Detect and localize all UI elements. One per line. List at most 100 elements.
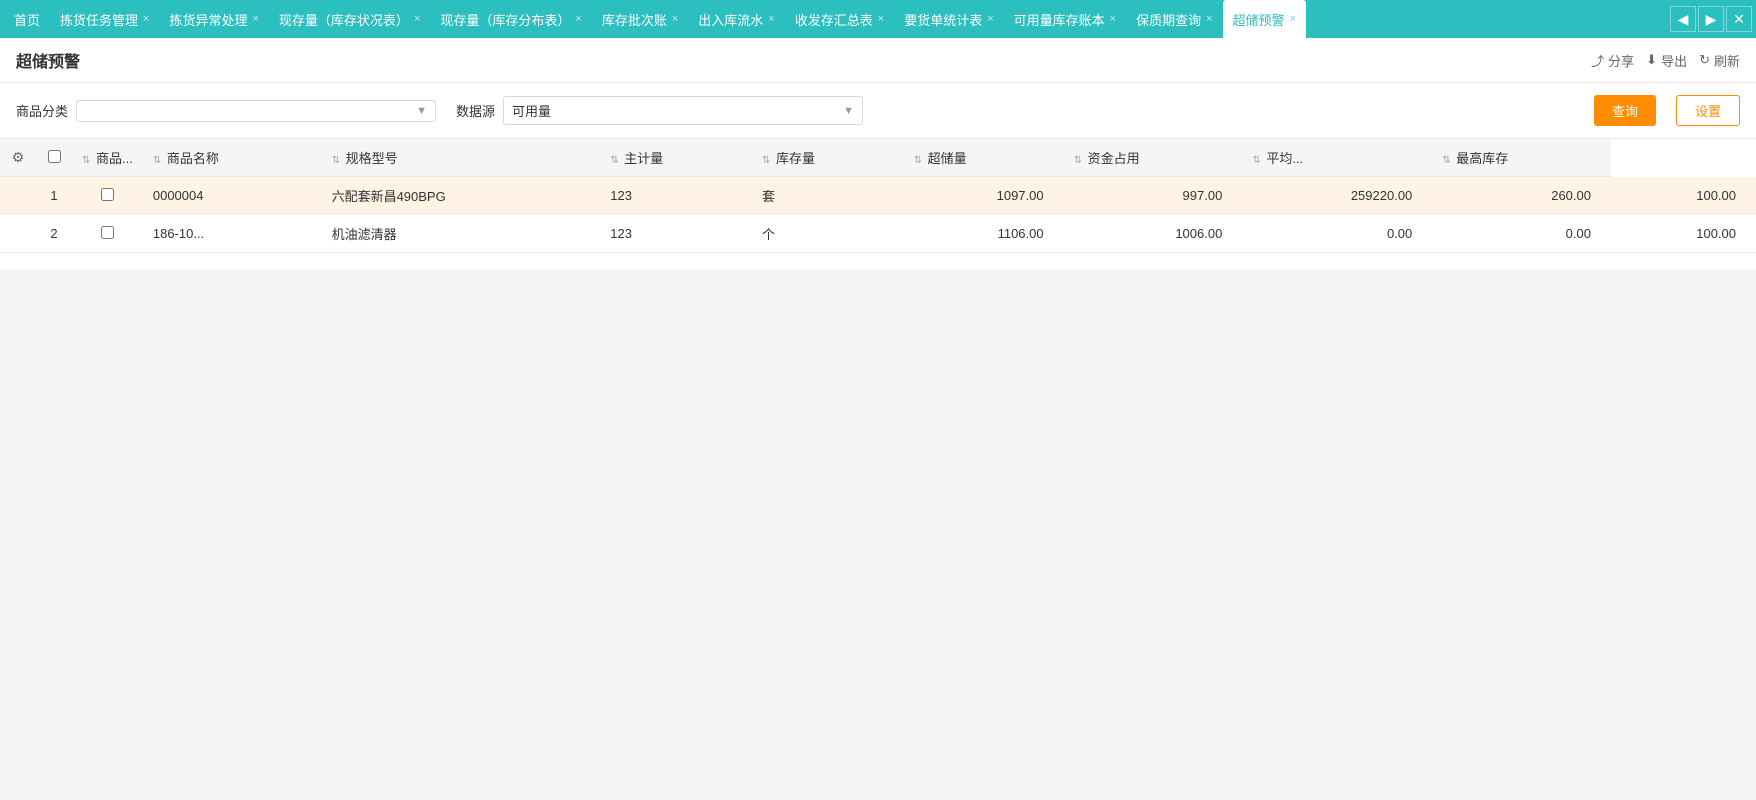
- col-product-code[interactable]: ⇅ 商品...: [72, 139, 143, 177]
- row-spec: 123: [600, 177, 752, 215]
- row-capital: 259220.00: [1242, 177, 1432, 215]
- row-checkbox[interactable]: [101, 226, 114, 239]
- row-capital: 0.00: [1242, 215, 1432, 253]
- row-settings-placeholder: [0, 177, 36, 215]
- row-checkbox-cell[interactable]: [72, 177, 143, 215]
- close-icon[interactable]: ×: [143, 13, 149, 25]
- col-checkbox: [36, 139, 72, 177]
- content-wrapper: 超储预警 ⤴ 分享 ⬇ 导出 ↻ 刷新 商品分类 ▼ 数据源: [0, 38, 1756, 269]
- row-number-cell: 2: [36, 215, 72, 253]
- table-row: 2 186-10... 机油滤清器 123 个 1106.00 1006.00 …: [0, 215, 1756, 253]
- table-row: 1 0000004 六配套新昌490BPG 123 套 1097.00 997.…: [0, 177, 1756, 215]
- query-button[interactable]: 查询: [1594, 95, 1656, 126]
- table-header-row: ⚙ ⇅ 商品... ⇅ 商品名称 ⇅ 规格型号: [0, 139, 1756, 177]
- tab-yaohuo[interactable]: 要货单统计表 ×: [894, 0, 1003, 38]
- home-link[interactable]: 首页: [4, 0, 50, 38]
- tab-keyongliang[interactable]: 可用量库存账本 ×: [1004, 0, 1126, 38]
- sort-icon: ⇅: [82, 155, 90, 166]
- chevron-down-icon: ▼: [416, 105, 427, 117]
- sort-icon: ⇅: [762, 155, 770, 166]
- row-stock: 1106.00: [904, 215, 1064, 253]
- settings-button[interactable]: 设置: [1676, 95, 1740, 126]
- close-icon[interactable]: ×: [987, 13, 993, 25]
- col-capital[interactable]: ⇅ 资金占用: [1064, 139, 1243, 177]
- row-product-name: 机油滤清器: [322, 215, 601, 253]
- data-table: ⚙ ⇅ 商品... ⇅ 商品名称 ⇅ 规格型号: [0, 139, 1756, 253]
- row-overstock: 1006.00: [1064, 215, 1243, 253]
- col-overstock[interactable]: ⇅ 超储量: [904, 139, 1064, 177]
- row-unit: 套: [752, 177, 904, 215]
- tab-shoufacun[interactable]: 收发存汇总表 ×: [785, 0, 894, 38]
- tab-baozhi[interactable]: 保质期查询 ×: [1126, 0, 1222, 38]
- col-avg[interactable]: ⇅ 平均...: [1242, 139, 1432, 177]
- nav-prev-arrow[interactable]: ◀: [1670, 6, 1696, 32]
- close-icon[interactable]: ×: [575, 13, 581, 25]
- refresh-icon: ↻: [1699, 52, 1710, 68]
- row-checkbox-cell[interactable]: [72, 215, 143, 253]
- sort-icon: ⇅: [1442, 155, 1450, 166]
- row-stock: 1097.00: [904, 177, 1064, 215]
- table-area: ⚙ ⇅ 商品... ⇅ 商品名称 ⇅ 规格型号: [0, 139, 1756, 269]
- export-icon: ⬇: [1646, 52, 1657, 68]
- close-icon[interactable]: ×: [768, 13, 774, 25]
- tab-jianhuorenwu[interactable]: 拣货任务管理 ×: [50, 0, 159, 38]
- row-product-code: 186-10...: [143, 215, 322, 253]
- tab-xiancunliang2[interactable]: 现存量（库存分布表） ×: [430, 0, 591, 38]
- sort-icon: ⇅: [610, 155, 618, 166]
- row-avg: 260.00: [1432, 177, 1611, 215]
- row-number-cell: 1: [36, 177, 72, 215]
- sort-icon: ⇅: [332, 155, 340, 166]
- col-max-stock[interactable]: ⇅ 最高库存: [1432, 139, 1611, 177]
- tab-churuliu[interactable]: 出入库流水 ×: [688, 0, 784, 38]
- refresh-button[interactable]: ↻ 刷新: [1699, 51, 1740, 70]
- datasource-select[interactable]: 可用量 ▼: [503, 96, 863, 125]
- tab-jianhuoyichang[interactable]: 拣货异常处理 ×: [159, 0, 268, 38]
- col-spec[interactable]: ⇅ 规格型号: [322, 139, 601, 177]
- share-button[interactable]: ⤴ 分享: [1591, 51, 1634, 70]
- col-stock[interactable]: ⇅ 库存量: [752, 139, 904, 177]
- row-avg: 0.00: [1432, 215, 1611, 253]
- col-product-name[interactable]: ⇅ 商品名称: [143, 139, 322, 177]
- close-icon[interactable]: ×: [878, 13, 884, 25]
- row-max-stock: 100.00: [1611, 215, 1756, 253]
- row-product-code: 0000004: [143, 177, 322, 215]
- row-overstock: 997.00: [1064, 177, 1243, 215]
- share-icon: ⤴: [1591, 51, 1604, 70]
- filter-area: 商品分类 ▼ 数据源 可用量 ▼ 查询 设置: [0, 83, 1756, 139]
- col-settings: ⚙: [0, 139, 36, 177]
- close-icon[interactable]: ×: [414, 13, 420, 25]
- row-unit: 个: [752, 215, 904, 253]
- sort-icon: ⇅: [153, 155, 161, 166]
- row-product-name: 六配套新昌490BPG: [322, 177, 601, 215]
- tab-xiancunliang1[interactable]: 现存量（库存状况表） ×: [269, 0, 430, 38]
- row-checkbox[interactable]: [101, 188, 114, 201]
- sort-icon: ⇅: [1252, 155, 1260, 166]
- header-actions: ⤴ 分享 ⬇ 导出 ↻ 刷新: [1591, 51, 1740, 70]
- close-icon[interactable]: ×: [672, 13, 678, 25]
- col-unit[interactable]: ⇅ 主计量: [600, 139, 752, 177]
- category-filter-group: 商品分类 ▼: [16, 100, 436, 122]
- sort-icon: ⇅: [1074, 155, 1082, 166]
- datasource-select-value: 可用量: [512, 101, 551, 120]
- select-all-checkbox[interactable]: [48, 150, 61, 163]
- page-header: 超储预警 ⤴ 分享 ⬇ 导出 ↻ 刷新: [0, 38, 1756, 83]
- close-icon[interactable]: ×: [252, 13, 258, 25]
- chevron-down-icon: ▼: [843, 105, 854, 117]
- page-title: 超储预警: [16, 48, 80, 72]
- tab-kucunpici[interactable]: 库存批次账 ×: [592, 0, 688, 38]
- close-icon[interactable]: ×: [1206, 13, 1212, 25]
- nav-close-all[interactable]: ✕: [1726, 6, 1752, 32]
- category-select[interactable]: ▼: [76, 100, 436, 122]
- tab-chaochuyujing[interactable]: 超储预警 ×: [1223, 0, 1306, 38]
- datasource-filter-group: 数据源 可用量 ▼: [456, 96, 863, 125]
- row-settings-placeholder: [0, 215, 36, 253]
- datasource-label: 数据源: [456, 101, 495, 120]
- nav-arrows: ◀ ▶ ✕: [1668, 6, 1752, 32]
- gear-icon[interactable]: ⚙: [12, 149, 25, 165]
- top-nav: 首页 拣货任务管理 × 拣货异常处理 × 现存量（库存状况表） × 现存量（库存…: [0, 0, 1756, 38]
- close-icon[interactable]: ×: [1110, 13, 1116, 25]
- nav-next-arrow[interactable]: ▶: [1698, 6, 1724, 32]
- export-button[interactable]: ⬇ 导出: [1646, 51, 1687, 70]
- row-max-stock: 100.00: [1611, 177, 1756, 215]
- close-icon[interactable]: ×: [1290, 13, 1296, 25]
